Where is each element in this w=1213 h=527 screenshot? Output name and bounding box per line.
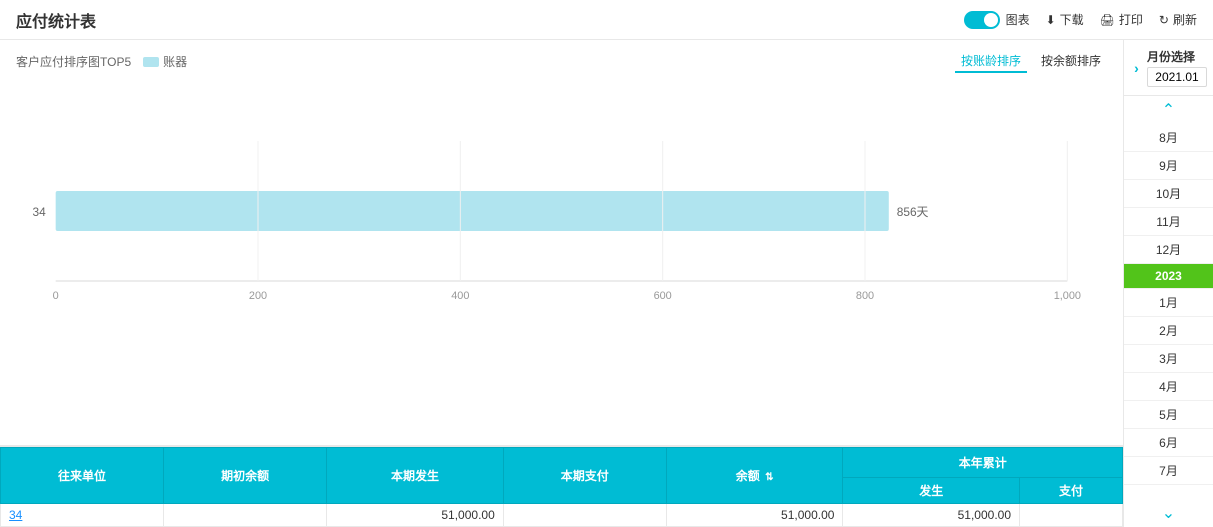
chart-toggle[interactable] — [964, 11, 1000, 29]
download-button[interactable]: ⬇ 下载 — [1046, 11, 1084, 28]
table-row: 34 51,000.00 51,000.00 51,000.00 — [1, 504, 1123, 527]
month-list: 8月9月10月11月12月20231月2月3月4月5月6月7月 — [1124, 124, 1213, 499]
sidebar-collapse-btn[interactable]: › — [1130, 60, 1143, 76]
balance-icon: ⇅ — [765, 472, 773, 483]
print-button[interactable]: 🖨 打印 — [1100, 11, 1143, 28]
month-item-1[interactable]: 9月 — [1124, 152, 1213, 180]
month-item-8[interactable]: 3月 — [1124, 345, 1213, 373]
sort-by-amount-btn[interactable]: 按账龄排序 — [955, 50, 1027, 73]
chart-area: 34 856天 0 200 400 600 — [16, 81, 1107, 341]
main-content: 客户应付排序图TOP5 账器 按账龄排序 按余额排序 — [0, 40, 1213, 527]
month-item-5[interactable]: 2023 — [1124, 264, 1213, 289]
sidebar-header: › 月份选择 — [1124, 40, 1213, 96]
col-unit: 往来单位 — [1, 448, 164, 504]
month-item-4[interactable]: 12月 — [1124, 236, 1213, 264]
cell-year-pay — [1020, 504, 1123, 527]
sidebar-header-content: 月份选择 — [1147, 48, 1207, 87]
chart-section: 客户应付排序图TOP5 账器 按账龄排序 按余额排序 — [0, 40, 1123, 446]
month-item-6[interactable]: 1月 — [1124, 289, 1213, 317]
cell-current-pay — [503, 504, 666, 527]
svg-text:200: 200 — [249, 290, 267, 302]
col-opening: 期初余额 — [164, 448, 327, 504]
download-icon: ⬇ — [1046, 13, 1056, 27]
col-year-group: 本年累计 — [843, 448, 1123, 478]
chart-legend: 客户应付排序图TOP5 账器 — [16, 53, 187, 70]
col-current-occur: 本期发生 — [327, 448, 504, 504]
refresh-label: 刷新 — [1173, 11, 1197, 28]
chart-svg: 34 856天 0 200 400 600 — [16, 81, 1107, 341]
month-item-7[interactable]: 2月 — [1124, 317, 1213, 345]
col-year-occur: 发生 — [843, 478, 1020, 504]
svg-text:400: 400 — [451, 290, 469, 302]
cell-current-occur: 51,000.00 — [327, 504, 504, 527]
cell-unit: 34 — [1, 504, 164, 527]
col-balance: 余额 ⇅ — [666, 448, 843, 504]
svg-text:0: 0 — [53, 290, 59, 302]
left-panel: 客户应付排序图TOP5 账器 按账龄排序 按余额排序 — [0, 40, 1123, 527]
svg-text:34: 34 — [33, 205, 47, 219]
sidebar-header-label: 月份选择 — [1147, 48, 1207, 65]
legend-color-box — [143, 57, 159, 67]
download-label: 下载 — [1060, 11, 1084, 28]
sort-by-balance-btn[interactable]: 按余额排序 — [1035, 50, 1107, 73]
chart-title: 客户应付排序图TOP5 — [16, 53, 131, 70]
print-label: 打印 — [1119, 11, 1143, 28]
svg-text:600: 600 — [654, 290, 672, 302]
sidebar-scroll: ⌃ 8月9月10月11月12月20231月2月3月4月5月6月7月 ⌄ — [1124, 96, 1213, 527]
month-item-11[interactable]: 6月 — [1124, 429, 1213, 457]
refresh-icon: ↻ — [1159, 13, 1169, 27]
cell-opening — [164, 504, 327, 527]
svg-text:856天: 856天 — [897, 205, 929, 219]
chart-toggle-wrap: 图表 — [964, 11, 1030, 29]
table-section: 往来单位 期初余额 本期发生 本期支付 余额 ⇅ 本年累计 — [0, 446, 1123, 527]
unit-link[interactable]: 34 — [9, 508, 22, 522]
app-container: 应付统计表 图表 ⬇ 下载 🖨 打印 ↻ 刷新 — [0, 0, 1213, 527]
svg-text:800: 800 — [856, 290, 874, 302]
month-item-9[interactable]: 4月 — [1124, 373, 1213, 401]
legend-item: 账器 — [143, 53, 187, 70]
month-item-0[interactable]: 8月 — [1124, 124, 1213, 152]
data-table: 往来单位 期初余额 本期发生 本期支付 余额 ⇅ 本年累计 — [0, 447, 1123, 527]
refresh-button[interactable]: ↻ 刷新 — [1159, 11, 1197, 28]
header-actions: 图表 ⬇ 下载 🖨 打印 ↻ 刷新 — [964, 11, 1197, 29]
page-title: 应付统计表 — [16, 8, 96, 32]
month-item-10[interactable]: 5月 — [1124, 401, 1213, 429]
month-item-3[interactable]: 11月 — [1124, 208, 1213, 236]
col-year-pay: 支付 — [1020, 478, 1123, 504]
year-input[interactable] — [1147, 67, 1207, 87]
svg-text:1,000: 1,000 — [1054, 290, 1081, 302]
table-wrapper: 往来单位 期初余额 本期发生 本期支付 余额 ⇅ 本年累计 — [0, 447, 1123, 527]
cell-balance: 51,000.00 — [666, 504, 843, 527]
legend-label: 账器 — [163, 53, 187, 70]
toggle-label: 图表 — [1006, 11, 1030, 28]
print-icon: 🖨 — [1100, 13, 1115, 27]
col-current-pay: 本期支付 — [503, 448, 666, 504]
header: 应付统计表 图表 ⬇ 下载 🖨 打印 ↻ 刷新 — [0, 0, 1213, 40]
scroll-up-btn[interactable]: ⌃ — [1124, 96, 1213, 124]
chart-sort: 按账龄排序 按余额排序 — [955, 50, 1107, 73]
right-sidebar: › 月份选择 ⌃ 8月9月10月11月12月20231月2月3月4月5月6月7月… — [1123, 40, 1213, 527]
month-item-12[interactable]: 7月 — [1124, 457, 1213, 485]
month-item-2[interactable]: 10月 — [1124, 180, 1213, 208]
chart-header: 客户应付排序图TOP5 账器 按账龄排序 按余额排序 — [16, 50, 1107, 73]
scroll-down-btn[interactable]: ⌄ — [1124, 499, 1213, 527]
cell-year-occur: 51,000.00 — [843, 504, 1020, 527]
